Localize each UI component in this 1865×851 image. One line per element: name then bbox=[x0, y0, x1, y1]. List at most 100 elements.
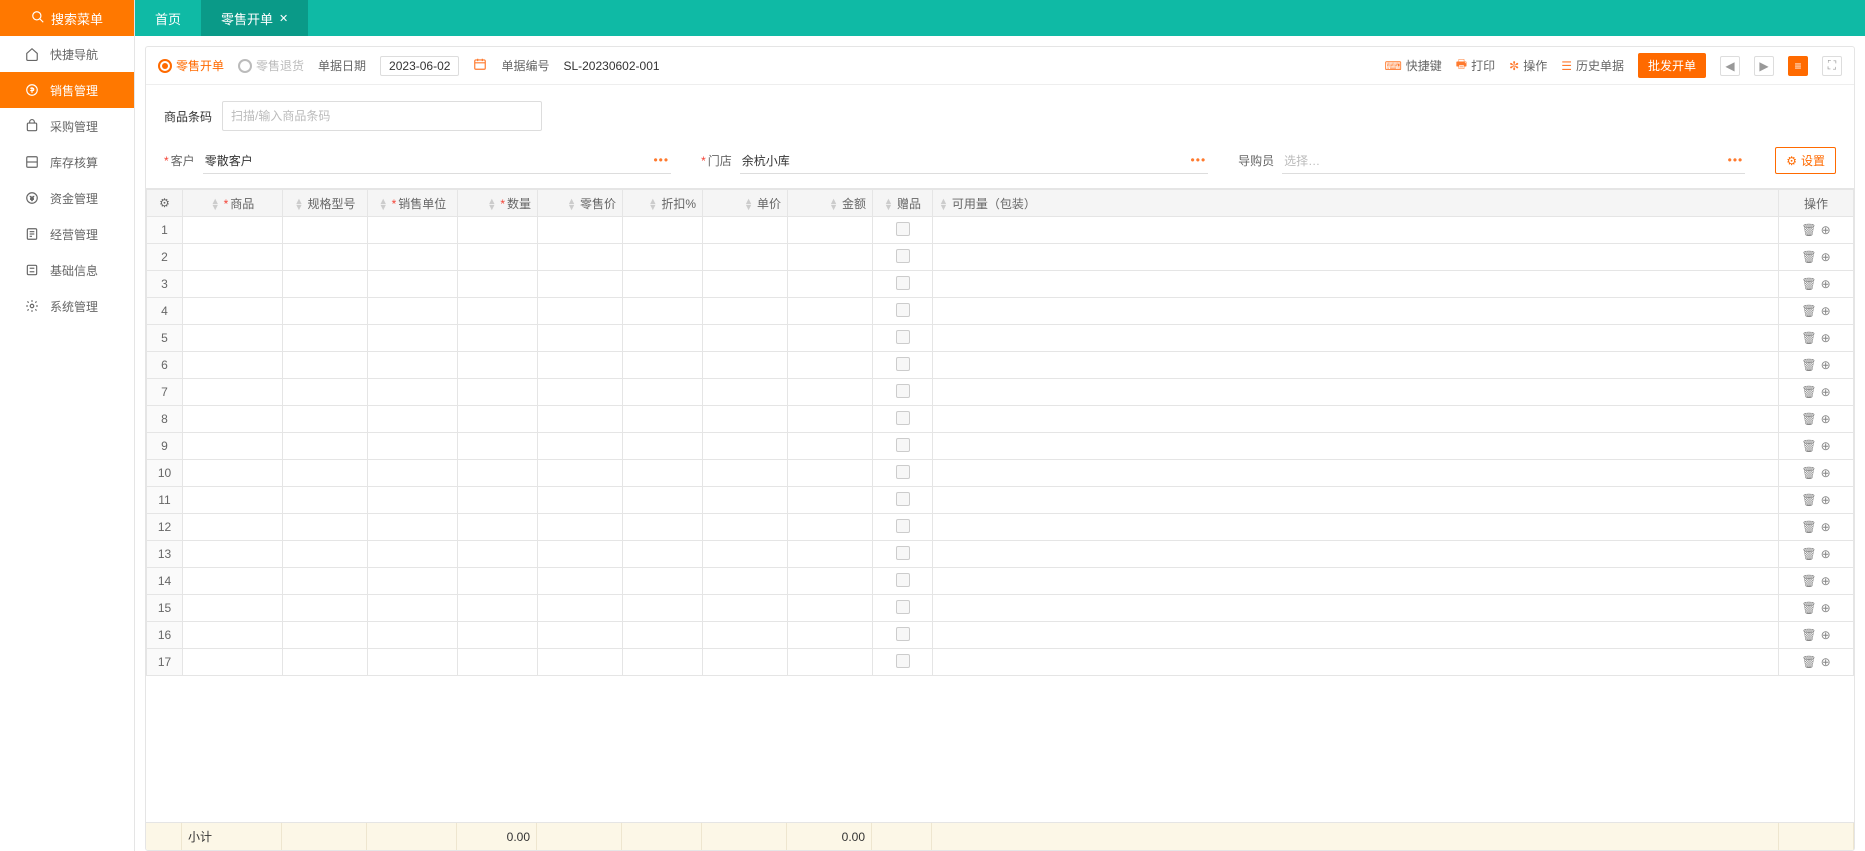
close-icon[interactable]: ✕ bbox=[279, 12, 288, 25]
cell-available[interactable] bbox=[933, 514, 1779, 541]
cell-price[interactable] bbox=[703, 244, 788, 271]
cell-discount[interactable] bbox=[623, 379, 703, 406]
cell-spec[interactable] bbox=[283, 379, 368, 406]
cell-qty[interactable] bbox=[458, 649, 538, 676]
delete-icon[interactable]: 🗑 bbox=[1801, 277, 1816, 291]
store-input[interactable]: 余杭小库 ••• bbox=[740, 148, 1208, 174]
cell-goods[interactable] bbox=[183, 595, 283, 622]
cell-unit[interactable] bbox=[368, 406, 458, 433]
cell-gift[interactable] bbox=[873, 325, 933, 352]
cell-unit[interactable] bbox=[368, 325, 458, 352]
tab-0[interactable]: 首页 bbox=[135, 0, 201, 36]
cell-spec[interactable] bbox=[283, 487, 368, 514]
cell-unit[interactable] bbox=[368, 568, 458, 595]
cell-goods[interactable] bbox=[183, 352, 283, 379]
cell-available[interactable] bbox=[933, 352, 1779, 379]
cell-gift[interactable] bbox=[873, 379, 933, 406]
cell-gift[interactable] bbox=[873, 244, 933, 271]
add-row-icon[interactable]: ⊕ bbox=[1821, 547, 1831, 561]
add-row-icon[interactable]: ⊕ bbox=[1821, 277, 1831, 291]
cell-spec[interactable] bbox=[283, 514, 368, 541]
cell-unit[interactable] bbox=[368, 595, 458, 622]
sidebar-item-0[interactable]: 快捷导航 bbox=[0, 36, 134, 72]
cell-goods[interactable] bbox=[183, 649, 283, 676]
table-row[interactable]: 17🗑⊕ bbox=[147, 649, 1854, 676]
calendar-icon[interactable] bbox=[473, 57, 487, 74]
cell-qty[interactable] bbox=[458, 460, 538, 487]
cell-gift[interactable] bbox=[873, 217, 933, 244]
cell-qty[interactable] bbox=[458, 352, 538, 379]
cell-goods[interactable] bbox=[183, 622, 283, 649]
cell-price[interactable] bbox=[703, 595, 788, 622]
cell-qty[interactable] bbox=[458, 217, 538, 244]
guide-input[interactable]: 选择… ••• bbox=[1282, 148, 1745, 174]
delete-icon[interactable]: 🗑 bbox=[1801, 304, 1816, 318]
table-row[interactable]: 5🗑⊕ bbox=[147, 325, 1854, 352]
cell-unit[interactable] bbox=[368, 514, 458, 541]
cell-gift[interactable] bbox=[873, 433, 933, 460]
cell-retail-price[interactable] bbox=[538, 271, 623, 298]
cell-qty[interactable] bbox=[458, 541, 538, 568]
sidebar-item-4[interactable]: ¥资金管理 bbox=[0, 180, 134, 216]
cell-amount[interactable] bbox=[788, 595, 873, 622]
cell-price[interactable] bbox=[703, 649, 788, 676]
cell-discount[interactable] bbox=[623, 325, 703, 352]
checkbox-icon[interactable] bbox=[896, 519, 910, 533]
cell-spec[interactable] bbox=[283, 568, 368, 595]
cell-amount[interactable] bbox=[788, 568, 873, 595]
cell-discount[interactable] bbox=[623, 595, 703, 622]
add-row-icon[interactable]: ⊕ bbox=[1821, 412, 1831, 426]
col-spec[interactable]: ▲▼规格型号 bbox=[283, 190, 368, 217]
operate-button[interactable]: ✼操作 bbox=[1509, 57, 1547, 74]
cell-available[interactable] bbox=[933, 244, 1779, 271]
sidebar-item-7[interactable]: 系统管理 bbox=[0, 288, 134, 324]
expand-button[interactable]: ⛶ bbox=[1822, 56, 1842, 76]
cell-price[interactable] bbox=[703, 217, 788, 244]
search-menu-button[interactable]: 搜索菜单 bbox=[0, 0, 134, 36]
table-row[interactable]: 11🗑⊕ bbox=[147, 487, 1854, 514]
cell-available[interactable] bbox=[933, 217, 1779, 244]
checkbox-icon[interactable] bbox=[896, 573, 910, 587]
delete-icon[interactable]: 🗑 bbox=[1801, 574, 1816, 588]
add-row-icon[interactable]: ⊕ bbox=[1821, 601, 1831, 615]
cell-price[interactable] bbox=[703, 622, 788, 649]
cell-retail-price[interactable] bbox=[538, 541, 623, 568]
cell-discount[interactable] bbox=[623, 271, 703, 298]
cell-available[interactable] bbox=[933, 433, 1779, 460]
add-row-icon[interactable]: ⊕ bbox=[1821, 655, 1831, 669]
cell-amount[interactable] bbox=[788, 298, 873, 325]
cell-goods[interactable] bbox=[183, 379, 283, 406]
cell-discount[interactable] bbox=[623, 352, 703, 379]
checkbox-icon[interactable] bbox=[896, 546, 910, 560]
shortcut-button[interactable]: ⌨快捷键 bbox=[1384, 57, 1441, 74]
col-price[interactable]: ▲▼单价 bbox=[703, 190, 788, 217]
delete-icon[interactable]: 🗑 bbox=[1801, 223, 1816, 237]
checkbox-icon[interactable] bbox=[896, 654, 910, 668]
cell-spec[interactable] bbox=[283, 460, 368, 487]
cell-available[interactable] bbox=[933, 622, 1779, 649]
col-gear[interactable]: ⚙ bbox=[147, 190, 183, 217]
add-row-icon[interactable]: ⊕ bbox=[1821, 439, 1831, 453]
delete-icon[interactable]: 🗑 bbox=[1801, 628, 1816, 642]
cell-unit[interactable] bbox=[368, 379, 458, 406]
table-row[interactable]: 7🗑⊕ bbox=[147, 379, 1854, 406]
cell-price[interactable] bbox=[703, 514, 788, 541]
cell-price[interactable] bbox=[703, 568, 788, 595]
cell-price[interactable] bbox=[703, 433, 788, 460]
col-qty[interactable]: ▲▼*数量 bbox=[458, 190, 538, 217]
cell-spec[interactable] bbox=[283, 595, 368, 622]
cell-goods[interactable] bbox=[183, 514, 283, 541]
delete-icon[interactable]: 🗑 bbox=[1801, 547, 1816, 561]
cell-available[interactable] bbox=[933, 325, 1779, 352]
cell-price[interactable] bbox=[703, 298, 788, 325]
col-gift[interactable]: ▲▼赠品 bbox=[873, 190, 933, 217]
checkbox-icon[interactable] bbox=[896, 357, 910, 371]
add-row-icon[interactable]: ⊕ bbox=[1821, 466, 1831, 480]
cell-discount[interactable] bbox=[623, 217, 703, 244]
cell-discount[interactable] bbox=[623, 433, 703, 460]
cell-gift[interactable] bbox=[873, 352, 933, 379]
cell-amount[interactable] bbox=[788, 622, 873, 649]
cell-qty[interactable] bbox=[458, 406, 538, 433]
cell-retail-price[interactable] bbox=[538, 487, 623, 514]
cell-gift[interactable] bbox=[873, 298, 933, 325]
